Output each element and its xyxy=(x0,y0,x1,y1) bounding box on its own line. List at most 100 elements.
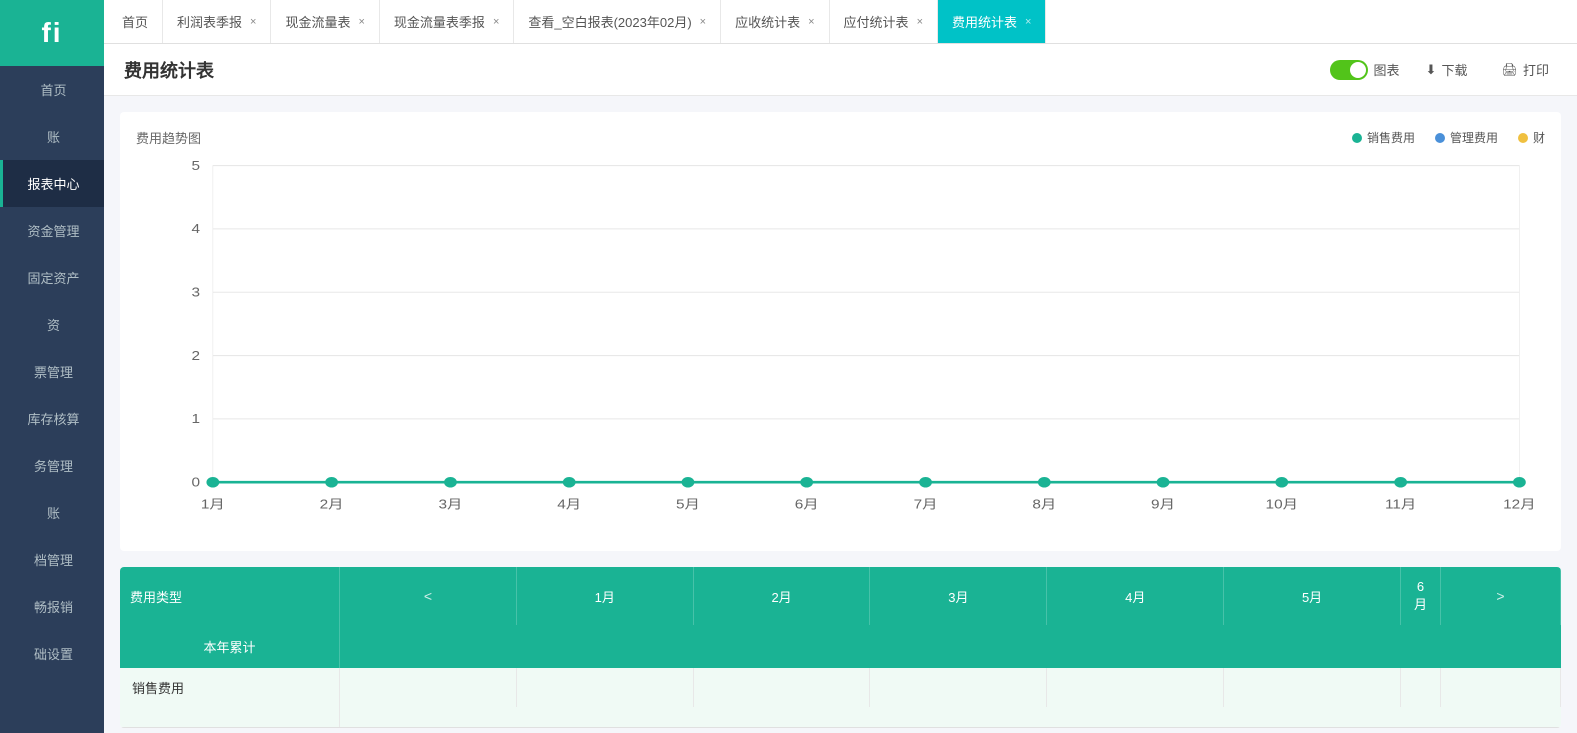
tab-receivable[interactable]: 应收统计表 × xyxy=(721,0,829,44)
td-nav-placeholder xyxy=(340,668,517,707)
close-tab-expense-stat[interactable]: × xyxy=(1025,16,1031,28)
table-header-row: 费用类型 < 1月 2月 3月 4月 5月 6月 > 本年累计 xyxy=(120,567,1561,668)
th-m1: 1月 xyxy=(517,567,694,625)
th-expense-type: 费用类型 xyxy=(120,567,340,625)
tab-home[interactable]: 首页 xyxy=(108,0,163,44)
svg-text:3: 3 xyxy=(191,285,200,299)
chart-title: 费用趋势图 xyxy=(136,128,201,147)
sidebar-item-archive-mgmt[interactable]: 档管理 xyxy=(0,536,104,583)
tab-cashflow-quarterly[interactable]: 现金流量表季报 × xyxy=(380,0,514,44)
print-button[interactable]: 🖨 打印 xyxy=(1493,56,1557,83)
th-m5: 5月 xyxy=(1224,567,1401,625)
svg-text:9月: 9月 xyxy=(1151,497,1175,511)
tab-expense-stat[interactable]: 费用统计表 × xyxy=(938,0,1046,44)
chart-header: 费用趋势图 销售费用 管理费用 财 xyxy=(136,128,1545,147)
svg-text:7月: 7月 xyxy=(914,497,938,511)
toggle-track[interactable] xyxy=(1330,60,1368,80)
sidebar-item-inventory[interactable]: 库存核算 xyxy=(0,395,104,442)
download-label: 下载 xyxy=(1441,60,1467,79)
sidebar-item-report-center[interactable]: 报表中心 xyxy=(0,160,104,207)
chart-toggle[interactable]: 图表 xyxy=(1330,60,1400,80)
th-m3: 3月 xyxy=(870,567,1047,625)
th-prev-nav[interactable]: < xyxy=(340,567,517,625)
sidebar-item-expense[interactable]: 畅报销 xyxy=(0,583,104,630)
table-row-sales-expense: 销售费用 xyxy=(120,668,1561,728)
sidebar-item-basic-settings[interactable]: 础设置 xyxy=(0,630,104,677)
chart-legend: 销售费用 管理费用 财 xyxy=(1352,129,1545,146)
close-tab-cashflow[interactable]: × xyxy=(358,16,364,28)
th-next-nav[interactable]: > xyxy=(1441,567,1561,625)
next-month-arrow[interactable]: > xyxy=(1496,588,1504,604)
sidebar-item-resource[interactable]: 资 xyxy=(0,301,104,348)
sidebar-item-ledger[interactable]: 账 xyxy=(0,489,104,536)
svg-text:1: 1 xyxy=(191,411,200,425)
close-tab-blank-report[interactable]: × xyxy=(700,16,706,28)
legend-dot-sales xyxy=(1352,133,1362,143)
th-ytd: 本年累计 xyxy=(120,625,340,668)
svg-text:3月: 3月 xyxy=(439,497,463,511)
tab-bar: 首页 利润表季报 × 现金流量表 × 现金流量表季报 × 查看_空白报表(202… xyxy=(104,0,1577,44)
download-icon: ⬇ xyxy=(1426,62,1437,78)
print-label: 打印 xyxy=(1523,60,1549,79)
svg-text:6月: 6月 xyxy=(795,497,819,511)
close-tab-cashflow-quarterly[interactable]: × xyxy=(493,16,499,28)
page-header: 费用统计表 图表 ⬇ 下载 🖨 打印 xyxy=(104,44,1577,96)
tab-payable[interactable]: 应付统计表 × xyxy=(830,0,938,44)
content-area: 费用趋势图 销售费用 管理费用 财 xyxy=(104,96,1577,733)
prev-month-arrow[interactable]: < xyxy=(424,588,432,604)
main-content: 首页 利润表季报 × 现金流量表 × 现金流量表季报 × 查看_空白报表(202… xyxy=(104,0,1577,733)
td-m6-sales xyxy=(1401,668,1441,707)
td-nav-placeholder2 xyxy=(1441,668,1561,707)
svg-text:12月: 12月 xyxy=(1503,497,1535,511)
svg-text:8月: 8月 xyxy=(1032,497,1056,511)
svg-text:10月: 10月 xyxy=(1266,497,1298,511)
sidebar: fi 首页 账 报表中心 资金管理 固定资产 资 票管理 库存核算 务管理 账 … xyxy=(0,0,104,733)
chart-section: 费用趋势图 销售费用 管理费用 财 xyxy=(120,112,1561,551)
svg-text:1月: 1月 xyxy=(201,497,225,511)
legend-label-mgmt: 管理费用 xyxy=(1450,129,1498,146)
table-section: 费用类型 < 1月 2月 3月 4月 5月 6月 > 本年累计 销售费用 xyxy=(120,567,1561,728)
trend-chart: 0 1 2 3 4 5 xyxy=(136,155,1545,535)
legend-mgmt-expense: 管理费用 xyxy=(1435,129,1498,146)
print-icon: 🖨 xyxy=(1501,62,1518,78)
tab-profit-quarterly[interactable]: 利润表季报 × xyxy=(163,0,271,44)
td-m1-sales xyxy=(517,668,694,707)
legend-sales-expense: 销售费用 xyxy=(1352,129,1415,146)
chart-wrapper: 0 1 2 3 4 5 xyxy=(136,155,1545,535)
svg-text:2: 2 xyxy=(191,348,200,362)
sidebar-item-ticket-mgmt[interactable]: 票管理 xyxy=(0,348,104,395)
svg-text:5: 5 xyxy=(191,158,200,172)
download-button[interactable]: ⬇ 下载 xyxy=(1418,56,1476,83)
th-m2: 2月 xyxy=(694,567,871,625)
svg-text:11月: 11月 xyxy=(1385,497,1416,511)
legend-dot-finance xyxy=(1518,133,1528,143)
legend-dot-mgmt xyxy=(1435,133,1445,143)
legend-label-sales: 销售费用 xyxy=(1367,129,1415,146)
td-m4-sales xyxy=(1047,668,1224,707)
sidebar-item-fund-mgmt[interactable]: 资金管理 xyxy=(0,207,104,254)
svg-text:0: 0 xyxy=(191,475,200,489)
close-tab-profit-quarterly[interactable]: × xyxy=(250,16,256,28)
tab-cashflow[interactable]: 现金流量表 × xyxy=(271,0,379,44)
td-m2-sales xyxy=(694,668,871,707)
td-type-sales: 销售费用 xyxy=(120,668,340,707)
td-m3-sales xyxy=(870,668,1047,707)
close-tab-payable[interactable]: × xyxy=(917,16,923,28)
sidebar-item-service-mgmt[interactable]: 务管理 xyxy=(0,442,104,489)
toggle-thumb xyxy=(1350,62,1366,78)
sidebar-item-home[interactable]: 首页 xyxy=(0,66,104,113)
sidebar-item-fixed-assets[interactable]: 固定资产 xyxy=(0,254,104,301)
svg-text:4月: 4月 xyxy=(557,497,581,511)
sidebar-item-account[interactable]: 账 xyxy=(0,113,104,160)
svg-text:2月: 2月 xyxy=(320,497,344,511)
header-actions: 图表 ⬇ 下载 🖨 打印 xyxy=(1330,56,1557,83)
td-m5-sales xyxy=(1224,668,1401,707)
toggle-label: 图表 xyxy=(1374,60,1400,79)
svg-text:4: 4 xyxy=(191,221,200,235)
legend-label-finance: 财 xyxy=(1533,129,1545,146)
svg-text:5月: 5月 xyxy=(676,497,700,511)
close-tab-receivable[interactable]: × xyxy=(808,16,814,28)
th-m4: 4月 xyxy=(1047,567,1224,625)
tab-blank-report[interactable]: 查看_空白报表(2023年02月) × xyxy=(514,0,721,44)
page-title: 费用统计表 xyxy=(124,57,214,83)
